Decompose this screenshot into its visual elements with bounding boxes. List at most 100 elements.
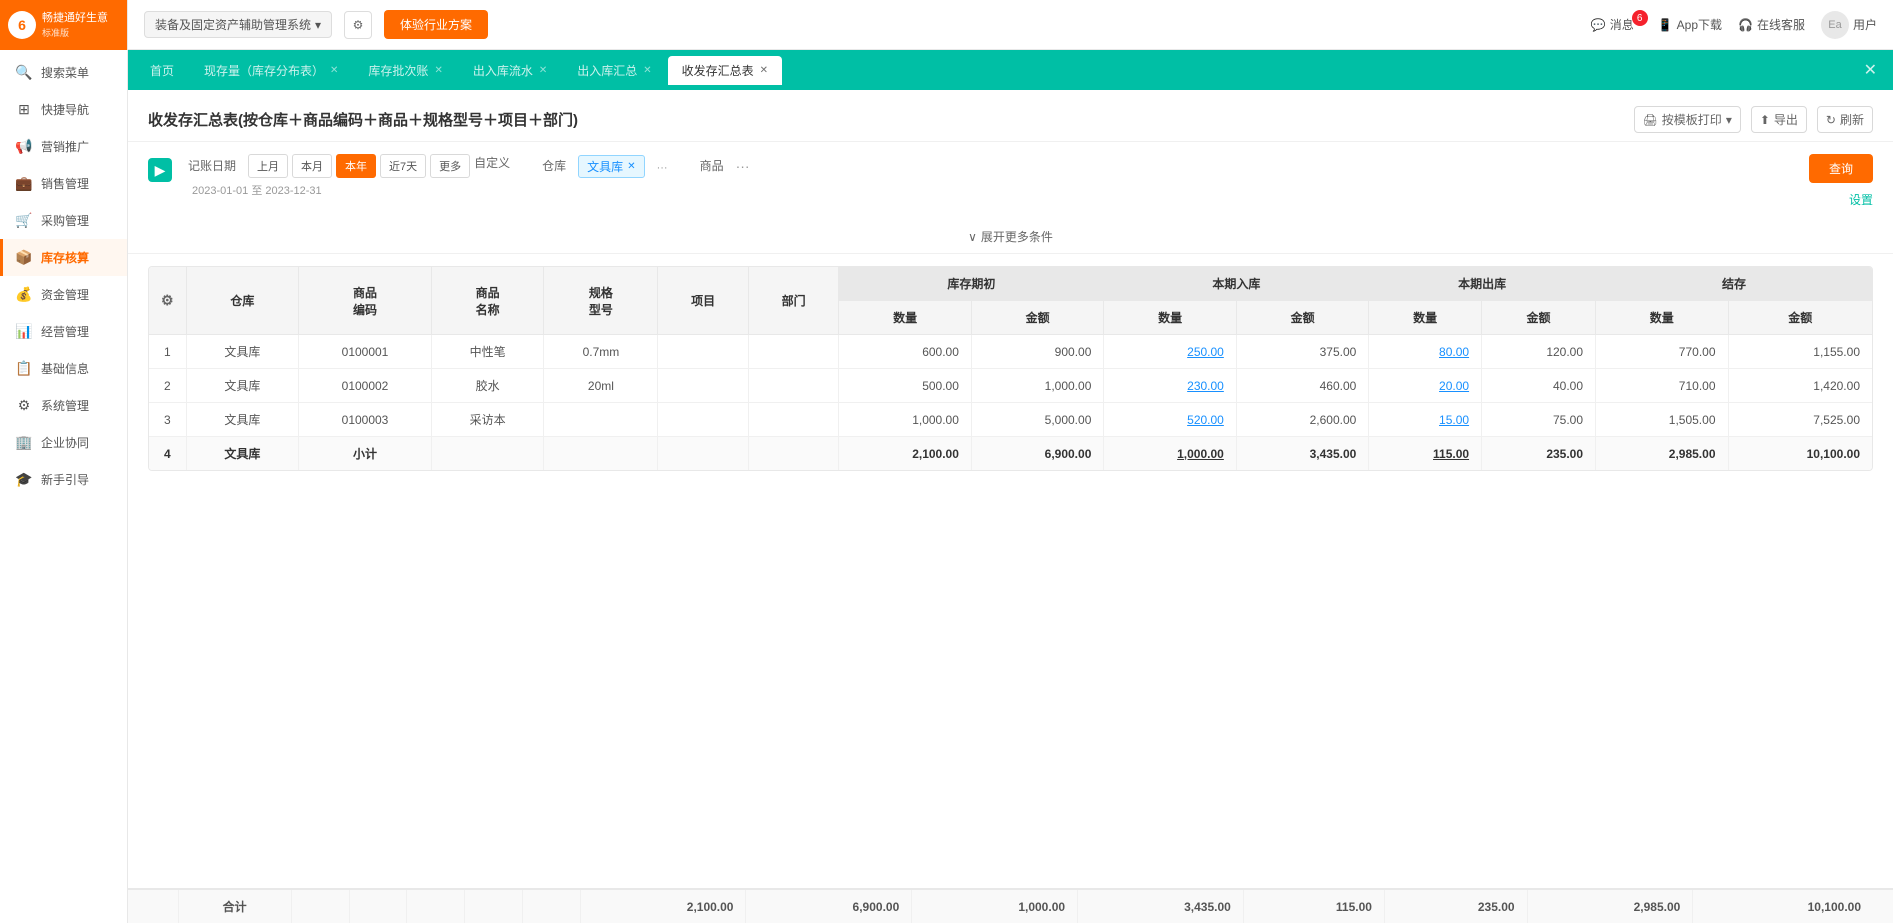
tab-batch-ledger[interactable]: 库存批次账 ✕ bbox=[354, 56, 456, 85]
tab-close-icon[interactable]: ✕ bbox=[539, 65, 547, 76]
footer-bar: 合计 2,100.00 6,900.00 1,000.00 3,435.00 1… bbox=[128, 888, 1893, 923]
sidebar-item-label: 销售管理 bbox=[41, 175, 89, 192]
row-num: 1 bbox=[149, 335, 186, 369]
row-num: 2 bbox=[149, 369, 186, 403]
inventory-icon: 📦 bbox=[15, 249, 33, 266]
row-code: 0100003 bbox=[299, 403, 431, 437]
enterprise-icon: 🏢 bbox=[15, 434, 33, 451]
row-project bbox=[658, 369, 749, 403]
tab-recv-summary[interactable]: 收发存汇总表 ✕ bbox=[668, 56, 782, 85]
finance-icon: 💰 bbox=[15, 286, 33, 303]
date-btn-more[interactable]: 更多 bbox=[430, 154, 470, 178]
page-header: 收发存汇总表(按仓库＋商品编码＋商品＋规格型号＋项目＋部门) 🖨 按模板打印 ▾… bbox=[128, 90, 1893, 142]
system-selector[interactable]: 装备及固定资产辅助管理系统 ▾ bbox=[144, 11, 332, 38]
row-spec: 20ml bbox=[544, 369, 658, 403]
col-bal-amt-header: 金额 bbox=[1728, 301, 1872, 335]
settings-link[interactable]: 设置 bbox=[1849, 191, 1873, 208]
query-button[interactable]: 查询 bbox=[1809, 154, 1873, 183]
date-btn-7days[interactable]: 近7天 bbox=[380, 154, 426, 178]
row-warehouse: 文具库 bbox=[186, 369, 299, 403]
row-dept bbox=[748, 369, 839, 403]
row-dept bbox=[748, 335, 839, 369]
subtotal-in-qty[interactable]: 1,000.00 bbox=[1104, 437, 1236, 471]
tab-close-icon[interactable]: ✕ bbox=[330, 65, 338, 76]
footer-label: 合计 bbox=[178, 890, 291, 923]
refresh-button[interactable]: ↻ 刷新 bbox=[1817, 106, 1873, 133]
system-name: 装备及固定资产辅助管理系统 bbox=[155, 16, 311, 33]
experience-btn[interactable]: 体验行业方案 bbox=[384, 10, 488, 39]
warehouse-tag: 文具库 ✕ bbox=[578, 155, 644, 178]
row-name: 中性笔 bbox=[431, 335, 544, 369]
row-in-qty[interactable]: 520.00 bbox=[1104, 403, 1236, 437]
goods-dots[interactable]: ··· bbox=[736, 158, 750, 174]
row-code: 0100002 bbox=[299, 369, 431, 403]
date-filter-buttons: 上月 本月 本年 近7天 更多 自定义 bbox=[248, 154, 510, 178]
sidebar-item-quick-nav[interactable]: ⊞ 快捷导航 bbox=[0, 91, 127, 128]
tab-close-icon[interactable]: ✕ bbox=[643, 65, 651, 76]
row-in-amt: 460.00 bbox=[1236, 369, 1368, 403]
tab-inventory-dist[interactable]: 现存量（库存分布表） ✕ bbox=[190, 56, 352, 85]
sidebar-item-purchase[interactable]: 🛒 采购管理 bbox=[0, 202, 127, 239]
date-btn-this-year[interactable]: 本年 bbox=[336, 154, 376, 178]
sidebar-item-finance[interactable]: 💰 资金管理 bbox=[0, 276, 127, 313]
col-dept-header: 部门 bbox=[748, 267, 839, 335]
footer-open-amt: 6,900.00 bbox=[746, 890, 912, 923]
date-btn-last-month[interactable]: 上月 bbox=[248, 154, 288, 178]
tab-close-icon[interactable]: ✕ bbox=[434, 65, 442, 76]
row-bal-amt: 1,155.00 bbox=[1728, 335, 1872, 369]
user-profile-btn[interactable]: Ea 用户 bbox=[1821, 11, 1877, 39]
footer-spacer3 bbox=[349, 890, 407, 923]
export-button[interactable]: ⬆ 导出 bbox=[1751, 106, 1807, 133]
tab-bar-close-icon[interactable]: ✕ bbox=[1856, 60, 1885, 80]
top-bar-left: 装备及固定资产辅助管理系统 ▾ ⚙ 体验行业方案 bbox=[144, 10, 488, 39]
col-open-header: 库存期初 bbox=[839, 267, 1104, 301]
row-in-amt: 2,600.00 bbox=[1236, 403, 1368, 437]
expand-conditions-btn[interactable]: ∨ 展开更多条件 bbox=[960, 224, 1061, 249]
guide-icon: 🎓 bbox=[15, 471, 33, 488]
sidebar-item-search-menu[interactable]: 🔍 搜索菜单 bbox=[0, 54, 127, 91]
print-button[interactable]: 🖨 按模板打印 ▾ bbox=[1634, 106, 1741, 133]
table-row: 3 文具库 0100003 采访本 1,000.00 5,000.00 bbox=[149, 403, 1872, 437]
warehouse-tag-close-icon[interactable]: ✕ bbox=[627, 161, 635, 172]
col-open-qty-header: 数量 bbox=[839, 301, 971, 335]
tab-inout-flow[interactable]: 出入库流水 ✕ bbox=[459, 56, 561, 85]
row-out-qty[interactable]: 80.00 bbox=[1369, 335, 1482, 369]
tab-label: 首页 bbox=[150, 62, 174, 79]
sidebar-item-enterprise[interactable]: 🏢 企业协同 bbox=[0, 424, 127, 461]
row-bal-amt: 7,525.00 bbox=[1728, 403, 1872, 437]
sidebar-item-label: 搜索菜单 bbox=[41, 64, 89, 81]
sidebar-item-marketing[interactable]: 📢 营销推广 bbox=[0, 128, 127, 165]
app-download-btn[interactable]: 📱 App下载 bbox=[1658, 16, 1722, 33]
topbar-settings-button[interactable]: ⚙ bbox=[344, 11, 372, 39]
filter-toggle-btn[interactable]: ▶ bbox=[148, 158, 172, 182]
subtotal-out-qty[interactable]: 115.00 bbox=[1369, 437, 1482, 471]
sidebar-item-inventory[interactable]: 📦 库存核算 bbox=[0, 239, 127, 276]
message-btn[interactable]: 💬 消息 6 bbox=[1583, 16, 1642, 33]
sidebar-item-guide[interactable]: 🎓 新手引导 bbox=[0, 461, 127, 498]
filter-left: ▶ 记账日期 上月 本月 本年 近7天 更多 bbox=[148, 154, 750, 198]
sidebar-item-sales[interactable]: 💼 销售管理 bbox=[0, 165, 127, 202]
gear-icon[interactable]: ⚙ bbox=[161, 292, 174, 308]
footer-spacer2 bbox=[291, 890, 349, 923]
footer-bal-qty: 2,985.00 bbox=[1527, 890, 1693, 923]
row-in-amt: 375.00 bbox=[1236, 335, 1368, 369]
row-out-qty[interactable]: 15.00 bbox=[1369, 403, 1482, 437]
row-out-qty[interactable]: 20.00 bbox=[1369, 369, 1482, 403]
col-in-header: 本期入库 bbox=[1104, 267, 1369, 301]
tab-close-icon[interactable]: ✕ bbox=[760, 65, 768, 76]
sidebar-item-basic-info[interactable]: 📋 基础信息 bbox=[0, 350, 127, 387]
warehouse-more-dots[interactable]: ··· bbox=[657, 158, 668, 174]
row-in-qty[interactable]: 230.00 bbox=[1104, 369, 1236, 403]
row-in-qty[interactable]: 250.00 bbox=[1104, 335, 1236, 369]
tab-label: 收发存汇总表 bbox=[682, 62, 754, 79]
footer-out-amt: 235.00 bbox=[1384, 890, 1527, 923]
sidebar-item-operations[interactable]: 📊 经营管理 bbox=[0, 313, 127, 350]
tab-inout-summary[interactable]: 出入库汇总 ✕ bbox=[563, 56, 665, 85]
date-btn-this-month[interactable]: 本月 bbox=[292, 154, 332, 178]
online-service-btn[interactable]: 🎧 在线客服 bbox=[1738, 16, 1805, 33]
logo-text: 畅捷通好生意 标准版 bbox=[42, 11, 108, 38]
subtotal-out-amt: 235.00 bbox=[1482, 437, 1596, 471]
tab-home[interactable]: 首页 bbox=[136, 56, 188, 85]
footer-row: 合计 2,100.00 6,900.00 1,000.00 3,435.00 1… bbox=[148, 890, 1873, 923]
sidebar-item-system[interactable]: ⚙ 系统管理 bbox=[0, 387, 127, 424]
